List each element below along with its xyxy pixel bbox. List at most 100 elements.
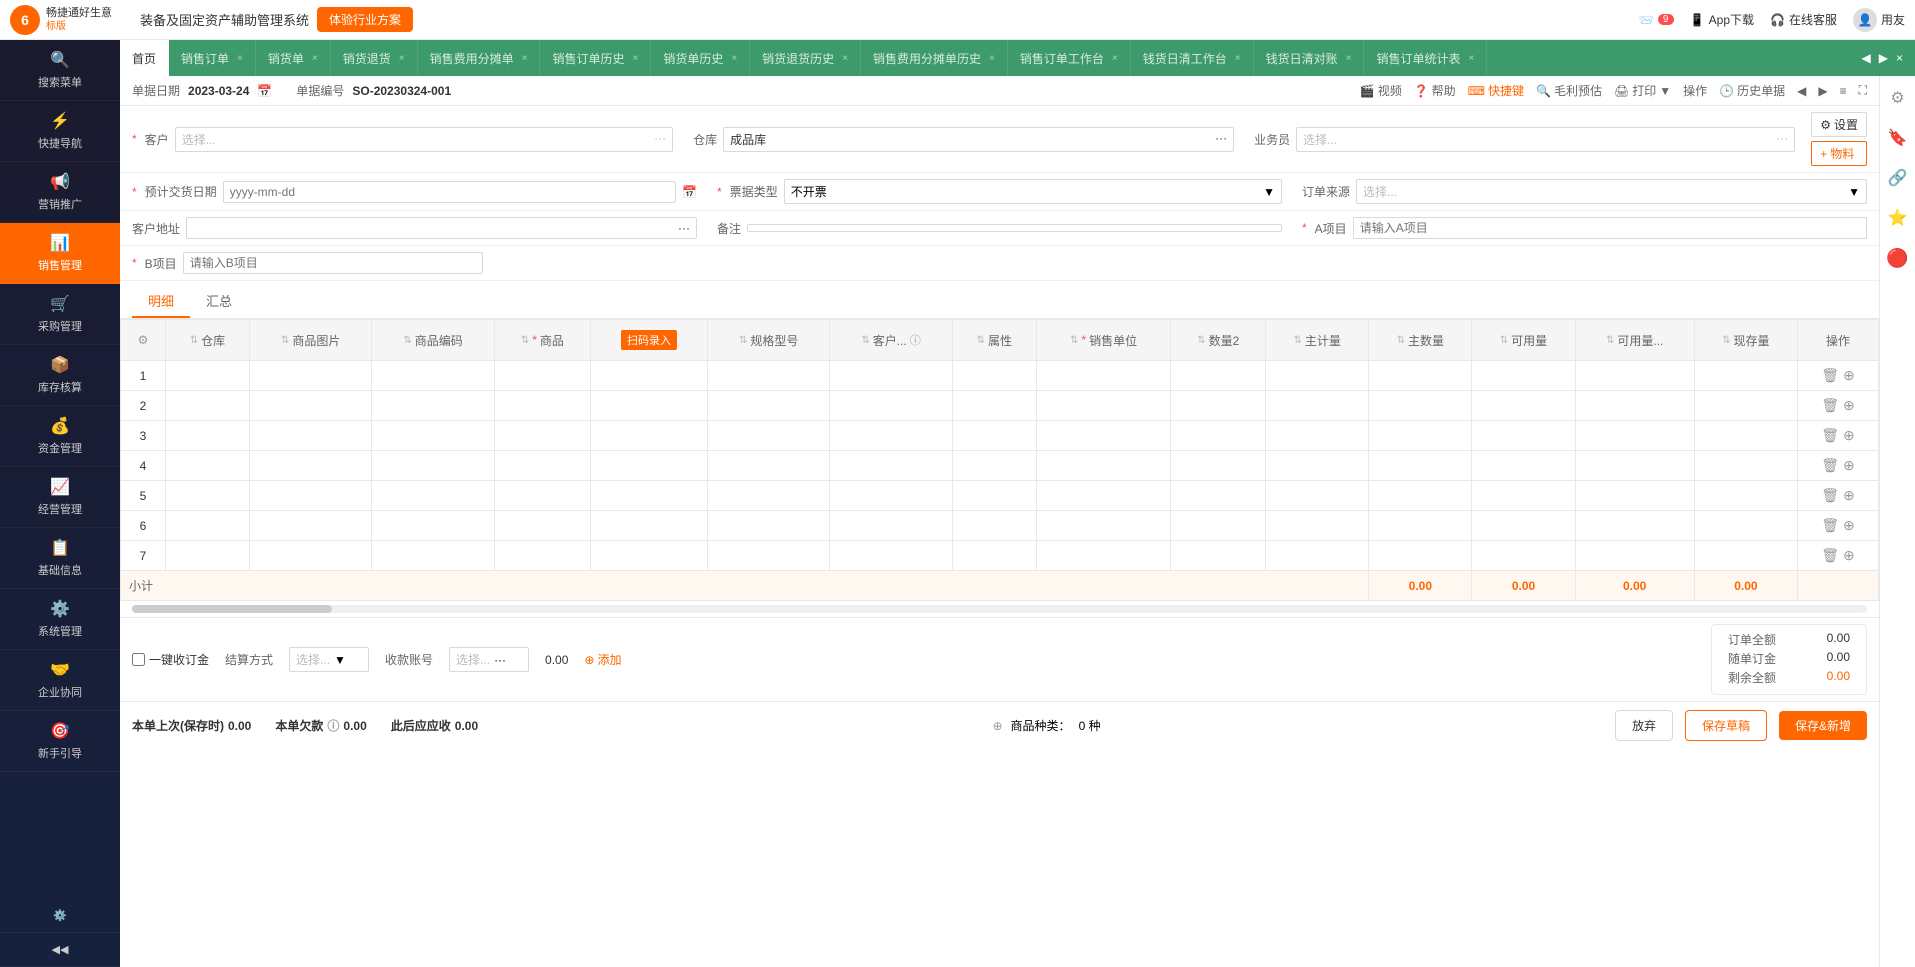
user-area[interactable]: 👤 用友 — [1853, 8, 1905, 32]
delivery-calendar-icon[interactable]: 📅 — [682, 185, 697, 199]
row-delete-btn[interactable]: 🗑 — [1821, 427, 1839, 444]
sidebar-item-sales[interactable]: 📊 销售管理 — [0, 223, 120, 284]
row-qty2[interactable] — [1171, 361, 1266, 391]
one-click-checkbox[interactable]: 一键收订金 — [132, 651, 209, 668]
row-copy-btn[interactable]: ⊕ — [1843, 517, 1855, 534]
scrollbar-thumb[interactable] — [132, 605, 332, 613]
settings-btn[interactable]: ⚙ 设置 — [1811, 112, 1867, 137]
tab-close-sales-return[interactable]: × — [399, 53, 405, 64]
row-image[interactable] — [249, 361, 371, 391]
shortcut-btn[interactable]: ⌨ 快捷键 — [1468, 82, 1524, 99]
horizontal-scrollbar[interactable] — [132, 605, 1867, 613]
th-qty2[interactable]: ⇅数量2 — [1171, 320, 1266, 361]
gear-icon[interactable]: ⚙ — [129, 326, 157, 354]
online-service[interactable]: 🎧 在线客服 — [1770, 11, 1837, 28]
tab-cash-daily[interactable]: 钱货日清工作台 × — [1131, 40, 1254, 76]
message-item[interactable]: 📨 9 — [1639, 13, 1674, 27]
th-current-qty[interactable]: ⇅现存量 — [1694, 320, 1797, 361]
row-avail-qty[interactable] — [1472, 361, 1575, 391]
tab-cash-reconcile[interactable]: 钱货日清对账 × — [1254, 40, 1365, 76]
row-copy-btn[interactable]: ⊕ — [1843, 487, 1855, 504]
sidebar-item-cooperation[interactable]: 🤝 企业协同 — [0, 650, 120, 711]
sidebar-item-basic[interactable]: 📋 基础信息 — [0, 528, 120, 589]
tab-sales-stat[interactable]: 销售订单统计表 × — [1364, 40, 1487, 76]
th-customer-code[interactable]: ⇅客户... ⓘ — [830, 320, 952, 361]
payment-method-select[interactable]: 选择... ▼ — [289, 647, 369, 672]
th-spec[interactable]: ⇅规格型号 — [707, 320, 829, 361]
tab-close-sales-expense-history[interactable]: × — [989, 53, 995, 64]
right-panel-bookmark[interactable]: 🔖 — [1884, 124, 1912, 152]
toolbar-next-btn[interactable]: ▶ — [1818, 84, 1827, 98]
a-project-input[interactable] — [1353, 217, 1867, 239]
sidebar-item-quicknav[interactable]: ⚡ 快捷导航 — [0, 101, 120, 162]
row-delete-btn[interactable]: 🗑 — [1821, 367, 1839, 384]
th-attr[interactable]: ⇅属性 — [952, 320, 1036, 361]
tab-close-sales-bill[interactable]: × — [312, 53, 318, 64]
discard-btn[interactable]: 放弃 — [1615, 710, 1673, 741]
scan-btn[interactable]: 扫码录入 — [621, 330, 677, 350]
add-material-btn[interactable]: + 物料 — [1811, 141, 1867, 166]
tab-sales-order-history[interactable]: 销售订单历史 × — [540, 40, 651, 76]
customer-input[interactable]: 选择... ··· — [175, 127, 673, 152]
tab-close-sales-stat[interactable]: × — [1468, 53, 1474, 64]
row-delete-btn[interactable]: 🗑 — [1821, 547, 1839, 564]
th-product[interactable]: ⇅*商品 — [494, 320, 590, 361]
tab-sales-bill-history[interactable]: 销货单历史 × — [651, 40, 750, 76]
staff-input[interactable]: 选择... ··· — [1296, 127, 1795, 152]
app-download[interactable]: 📱 App下载 — [1690, 11, 1754, 28]
save-draft-btn[interactable]: 保存草稿 — [1685, 710, 1767, 741]
calendar-icon[interactable]: 📅 — [257, 84, 272, 98]
row-delete-btn[interactable]: 🗑 — [1821, 397, 1839, 414]
row-customer-code[interactable] — [830, 361, 952, 391]
row-spec[interactable] — [707, 361, 829, 391]
th-warehouse[interactable]: ⇅仓库 — [166, 320, 250, 361]
row-copy-btn[interactable]: ⊕ — [1843, 427, 1855, 444]
sidebar-item-system[interactable]: ⚙️ 系统管理 — [0, 589, 120, 650]
tab-sales-order-workbench[interactable]: 销售订单工作台 × — [1008, 40, 1131, 76]
invoice-type-select[interactable]: 不开票 ▼ — [784, 179, 1282, 204]
customer-addr-input[interactable]: ··· — [186, 217, 697, 239]
sidebar-item-finance[interactable]: 💰 资金管理 — [0, 406, 120, 467]
th-avail-qty[interactable]: ⇅可用量 — [1472, 320, 1575, 361]
tab-home[interactable]: 首页 — [120, 40, 169, 76]
th-main-qty[interactable]: ⇅主数量 — [1369, 320, 1472, 361]
sidebar-item-purchase[interactable]: 🛒 采购管理 — [0, 284, 120, 345]
row-delete-btn[interactable]: 🗑 — [1821, 487, 1839, 504]
tab-close-sales-expense[interactable]: × — [522, 53, 528, 64]
toolbar-layout-btn[interactable]: ≡ — [1840, 84, 1847, 98]
tab-summary[interactable]: 汇总 — [190, 285, 248, 318]
tab-sales-order[interactable]: 销售订单 × — [169, 40, 256, 76]
add-link[interactable]: ⊕ 添加 — [584, 651, 621, 668]
save-new-btn[interactable]: 保存&新增 — [1779, 711, 1867, 740]
operate-btn[interactable]: 操作 — [1683, 82, 1707, 99]
b-project-input[interactable] — [183, 252, 483, 274]
row-warehouse[interactable] — [166, 361, 250, 391]
profit-btn[interactable]: 🔍 毛利预估 — [1536, 82, 1602, 99]
date-value[interactable]: 2023-03-24 — [188, 84, 249, 98]
tab-close-sales-return-history[interactable]: × — [842, 53, 848, 64]
th-avail-qty2[interactable]: ⇅可用量... — [1575, 320, 1694, 361]
sidebar-collapse-btn[interactable]: ◀◀ — [0, 933, 120, 967]
tab-close-sales-order-history[interactable]: × — [632, 53, 638, 64]
toolbar-fullscreen-btn[interactable]: ⛶ — [1859, 83, 1867, 98]
delivery-date-input[interactable] — [223, 181, 676, 203]
row-delete-btn[interactable]: 🗑 — [1821, 457, 1839, 474]
tab-sales-expense[interactable]: 销售费用分摊单 × — [418, 40, 541, 76]
tab-close-sales-order[interactable]: × — [237, 53, 243, 64]
right-panel-link[interactable]: 🔗 — [1884, 164, 1912, 192]
tab-close-cash-daily[interactable]: × — [1235, 53, 1241, 64]
sidebar-item-operation[interactable]: 📈 经营管理 — [0, 467, 120, 528]
sidebar-settings-btn[interactable]: ⚙️ — [0, 899, 120, 933]
th-scan[interactable]: 扫码录入 — [591, 320, 708, 361]
print-btn[interactable]: 🖨 打印 ▼ — [1614, 82, 1671, 99]
row-avail-qty2[interactable] — [1575, 361, 1694, 391]
row-main-unit[interactable] — [1266, 361, 1369, 391]
row-copy-btn[interactable]: ⊕ — [1843, 547, 1855, 564]
th-image[interactable]: ⇅商品图片 — [249, 320, 371, 361]
row-current-qty[interactable] — [1694, 361, 1797, 391]
tab-sales-bill[interactable]: 销货单 × — [256, 40, 331, 76]
account-select[interactable]: 选择... ··· — [449, 647, 529, 672]
remark-input[interactable] — [747, 224, 1282, 232]
tab-sales-expense-history[interactable]: 销售费用分摊单历史 × — [861, 40, 1008, 76]
tab-close-sales-bill-history[interactable]: × — [731, 53, 737, 64]
